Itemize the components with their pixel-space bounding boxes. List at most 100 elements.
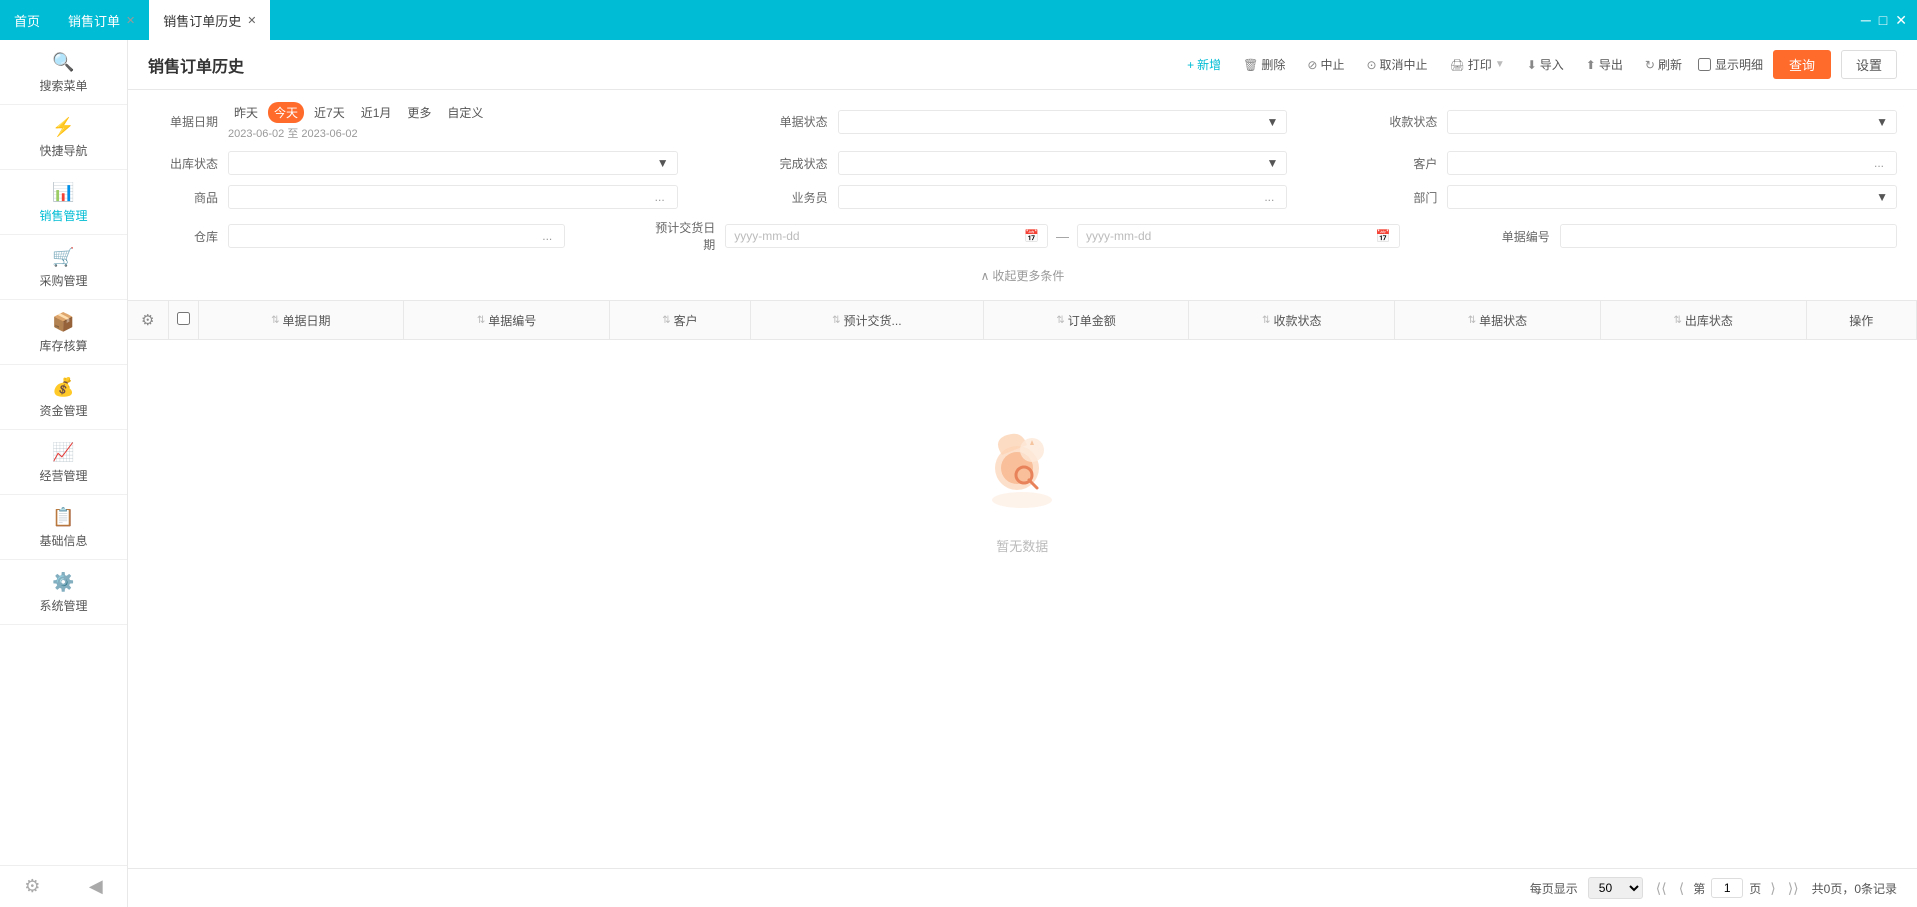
setting-button[interactable]: 设置 [1841,50,1897,79]
amount-column[interactable]: ⇅ 订单金额 [983,301,1189,340]
tab-sales-order-history[interactable]: 销售订单历史 ✕ [149,0,270,40]
sales-mgmt-icon: 📊 [52,182,74,203]
stop-button[interactable]: ⊘ 中止 [1301,53,1350,76]
goods-ellipsis[interactable]: ... [651,190,669,204]
date-today[interactable]: 今天 [268,102,304,123]
table-header: ⚙ ⇅ 单据日期 ⇅ [128,301,1917,340]
sidebar-item-search-menu[interactable]: 🔍 搜索菜单 [0,40,127,105]
new-button[interactable]: + 新增 [1181,53,1227,76]
query-button[interactable]: 查询 [1773,50,1831,79]
salesperson-select[interactable]: ... [838,185,1288,209]
export-button[interactable]: ⬆ 导出 [1580,53,1629,76]
warehouse-status-control: ▼ [228,151,678,175]
filter-row-4: 仓库 ... 预计交货日期 yyyy-mm-dd 📅 — [148,219,1897,253]
bill-status-column[interactable]: ⇅ 单据状态 [1395,301,1601,340]
date-last1month[interactable]: 近1月 [355,102,398,123]
per-page-select[interactable]: 50 10 20 100 [1588,877,1643,899]
warehouse-status-select[interactable]: ▼ [228,151,678,175]
display-columns-checkbox[interactable] [1698,58,1711,71]
minimize-icon[interactable]: ─ [1861,12,1871,28]
date-last7[interactable]: 近7天 [308,102,351,123]
date-column[interactable]: ⇅ 单据日期 [198,301,404,340]
collapse-up-icon: ∧ [981,269,990,283]
sidebar-item-purchase-mgmt[interactable]: 🛒 采购管理 [0,235,127,300]
delivery-date-start-input[interactable]: yyyy-mm-dd 📅 [725,224,1048,248]
payment-status-select[interactable]: ▼ [1447,110,1897,134]
last-page-button[interactable]: ⟩⟩ [1785,880,1802,897]
date-more[interactable]: 更多 [401,102,437,123]
import-button[interactable]: ⬇ 导入 [1521,53,1570,76]
warehouse-ellipsis[interactable]: ... [538,229,556,243]
first-page-button[interactable]: ⟨⟨ [1653,880,1670,897]
data-table: ⚙ ⇅ 单据日期 ⇅ [128,301,1917,615]
select-all-checkbox[interactable] [177,312,190,325]
delete-button[interactable]: 🗑 删除 [1237,53,1291,76]
number-column[interactable]: ⇅ 单据编号 [404,301,610,340]
warehouse-status-column[interactable]: ⇅ 出库状态 [1600,301,1806,340]
close-history-tab[interactable]: ✕ [247,14,256,27]
top-bar: 首页 销售订单 ✕ 销售订单历史 ✕ ─ □ ✕ [0,0,1917,40]
customer-ellipsis[interactable]: ... [1870,156,1888,170]
print-button[interactable]: 🖨 打印 ▼ [1444,53,1511,76]
sidebar-item-inventory[interactable]: 📦 库存核算 [0,300,127,365]
tab-sales-order[interactable]: 销售订单 ✕ [54,0,149,40]
sidebar-item-system[interactable]: ⚙️ 系统管理 [0,560,127,625]
current-page-input[interactable] [1711,878,1743,898]
delivery-date-end-input[interactable]: yyyy-mm-dd 📅 [1077,224,1400,248]
filter-row-3: 商品 ... 业务员 ... 部门 [148,185,1897,209]
sidebar-collapse-icon[interactable]: ◀ [89,876,103,897]
close-window-icon[interactable]: ✕ [1895,12,1907,29]
filter-row-1: 单据日期 昨天 今天 近7天 近1月 更多 自定义 2023-06-02 至 2… [148,102,1897,141]
refresh-button[interactable]: ↻ 刷新 [1639,53,1688,76]
close-sales-order-tab[interactable]: ✕ [126,14,135,27]
calendar-end-icon: 📅 [1376,229,1391,243]
sort-customer-icon: ⇅ [662,315,670,326]
customer-column[interactable]: ⇅ 客户 [609,301,750,340]
sidebar: 🔍 搜索菜单 ⚡ 快捷导航 📊 销售管理 🛒 采购管理 📦 库存核算 💰 资金管… [0,40,128,907]
customer-control: ... [1447,151,1897,175]
date-quick-buttons: 昨天 今天 近7天 近1月 更多 自定义 [228,102,678,123]
goods-select[interactable]: ... [228,185,678,209]
inventory-icon: 📦 [52,312,74,333]
customer-select[interactable]: ... [1447,151,1897,175]
payment-status-column[interactable]: ⇅ 收款状态 [1189,301,1395,340]
date-custom[interactable]: 自定义 [441,102,489,123]
table-body: 暂无数据 [128,340,1917,616]
date-yesterday[interactable]: 昨天 [228,102,264,123]
print-icon: 🖨 [1450,58,1465,72]
bill-number-control [1560,224,1897,248]
department-label: 部门 [1367,189,1447,206]
stop-icon: ⊘ [1307,58,1317,72]
complete-status-label: 完成状态 [758,155,838,172]
complete-status-control: ▼ [838,151,1288,175]
display-columns-toggle[interactable]: 显示明细 [1698,56,1763,73]
sidebar-settings-icon[interactable]: ⚙ [24,876,40,897]
tab-home[interactable]: 首页 [0,0,54,40]
delivery-date-column[interactable]: ⇅ 预计交货... [751,301,984,340]
filter-area: 单据日期 昨天 今天 近7天 近1月 更多 自定义 2023-06-02 至 2… [128,90,1917,301]
department-select[interactable]: ▼ [1447,185,1897,209]
maximize-icon[interactable]: □ [1879,12,1887,28]
prev-page-button[interactable]: ⟨ [1676,880,1687,897]
cancel-stop-button[interactable]: ⊙ 取消中止 [1360,53,1433,76]
sidebar-item-finance[interactable]: 💰 资金管理 [0,365,127,430]
bill-status-label: 单据状态 [758,113,838,130]
sidebar-item-quick-nav[interactable]: ⚡ 快捷导航 [0,105,127,170]
next-page-button[interactable]: ⟩ [1767,880,1778,897]
warehouse-status-dropdown-icon: ▼ [657,156,669,170]
payment-status-control: ▼ [1447,110,1897,134]
collapse-button[interactable]: ∧ 收起更多条件 [981,267,1065,284]
settings-column[interactable]: ⚙ [128,301,168,340]
column-settings-icon[interactable]: ⚙ [141,312,154,329]
sidebar-item-sales-mgmt[interactable]: 📊 销售管理 [0,170,127,235]
warehouse-select[interactable]: ... [228,224,565,248]
bill-status-dropdown-icon: ▼ [1266,115,1278,129]
warehouse-label: 仓库 [148,228,228,245]
print-dropdown-icon: ▼ [1495,59,1505,70]
bill-number-input[interactable] [1560,224,1897,248]
sidebar-item-operations[interactable]: 📈 经营管理 [0,430,127,495]
sidebar-item-base-info[interactable]: 📋 基础信息 [0,495,127,560]
bill-status-select[interactable]: ▼ [838,110,1288,134]
salesperson-ellipsis[interactable]: ... [1260,190,1278,204]
complete-status-select[interactable]: ▼ [838,151,1288,175]
